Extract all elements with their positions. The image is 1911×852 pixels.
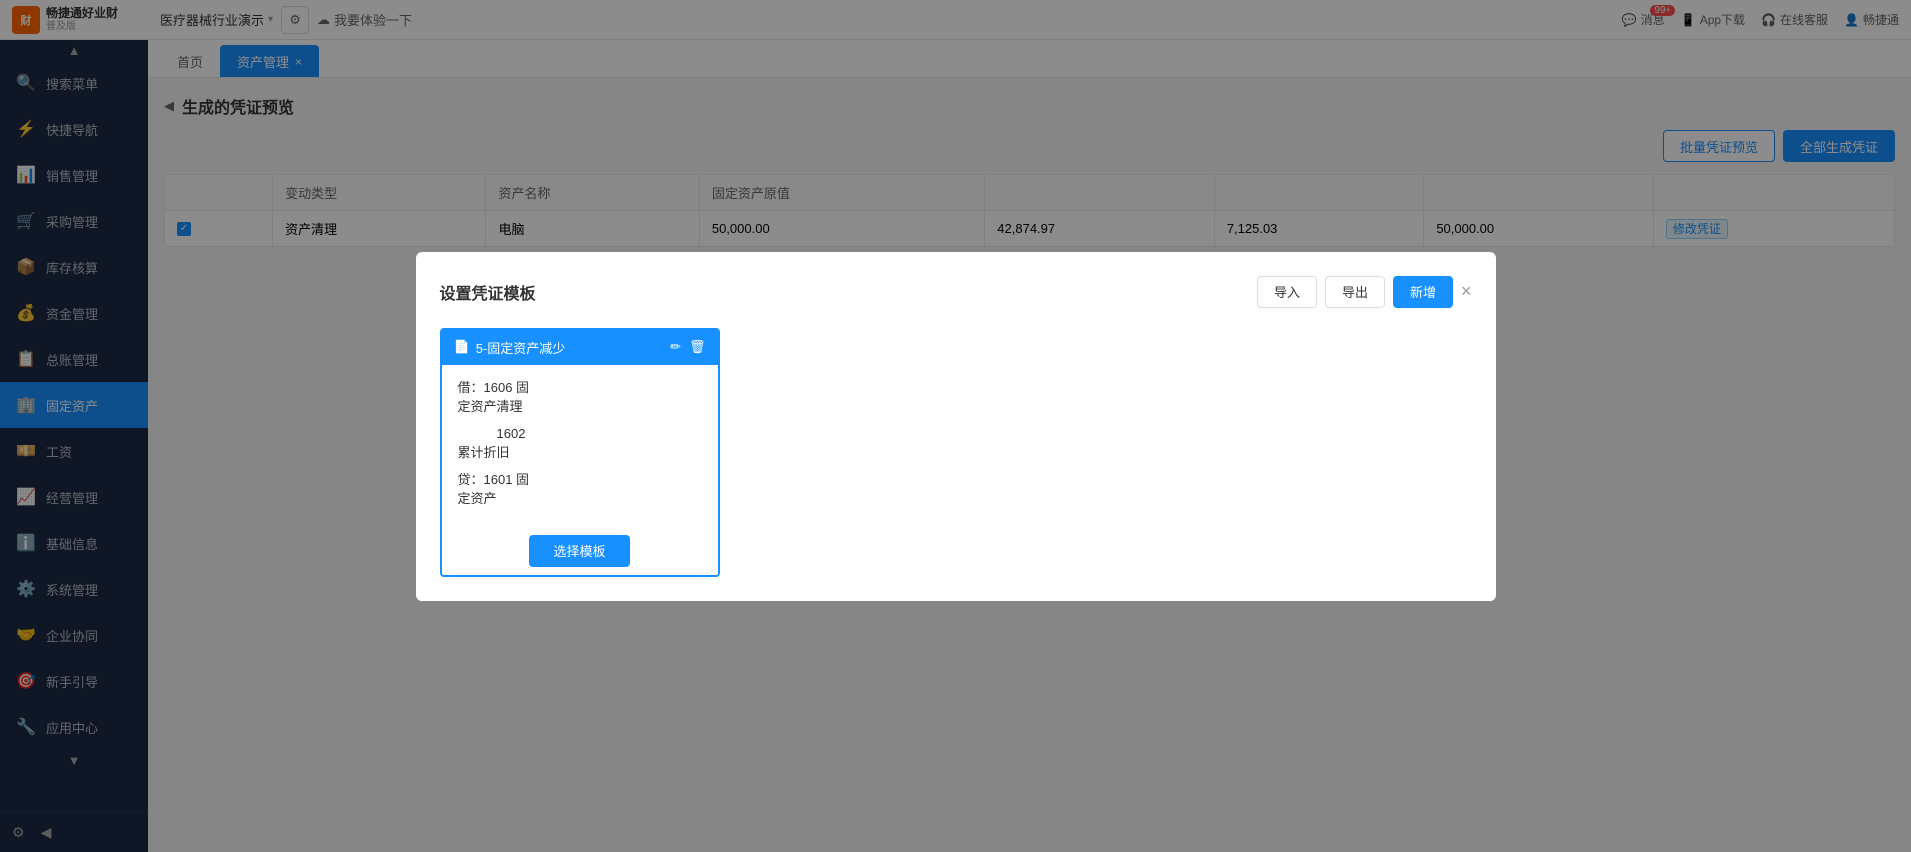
- template-card-actions: ✏ 🗑: [670, 339, 705, 355]
- template-entry-4: [442, 511, 718, 519]
- template-card-1[interactable]: 📄 5-固定资产减少 ✏ 🗑 借：1606 固定资产清理: [440, 328, 720, 577]
- entry-credit-2: [622, 423, 702, 461]
- template-card-header: 📄 5-固定资产减少 ✏ 🗑: [442, 330, 718, 365]
- entry-debit-3: [542, 469, 622, 507]
- export-button[interactable]: 导出: [1325, 276, 1385, 308]
- template-modal: 设置凭证模板 导入 导出 新增 × 📄 5-固定资产减少 ✏ 🗑: [416, 252, 1496, 601]
- template-entry-2: 1602 累计折旧: [442, 419, 718, 465]
- entry-label-2: 1602 累计折旧: [458, 423, 542, 461]
- modal-close-button[interactable]: ×: [1461, 281, 1472, 302]
- template-delete-icon[interactable]: 🗑: [689, 339, 706, 355]
- entry-credit-3: [622, 469, 702, 507]
- template-name: 5-固定资产减少: [476, 338, 566, 357]
- modal-header: 设置凭证模板 导入 导出 新增 ×: [440, 276, 1472, 308]
- entry-label-3: 贷：1601 固定资产: [458, 469, 542, 507]
- modal-overlay: 设置凭证模板 导入 导出 新增 × 📄 5-固定资产减少 ✏ 🗑: [0, 0, 1911, 852]
- modal-title: 设置凭证模板: [440, 280, 536, 304]
- template-grid: 📄 5-固定资产减少 ✏ 🗑 借：1606 固定资产清理: [440, 328, 1472, 577]
- import-button[interactable]: 导入: [1257, 276, 1317, 308]
- modal-toolbar: 导入 导出 新增 ×: [1257, 276, 1472, 308]
- template-card-footer: 选择模板: [442, 527, 718, 575]
- template-entry-1: 借：1606 固定资产清理: [442, 373, 718, 419]
- entry-label-1: 借：1606 固定资产清理: [458, 377, 542, 415]
- entry-debit-2: [542, 423, 622, 461]
- template-entry-3: 贷：1601 固定资产: [442, 465, 718, 511]
- entry-debit-1: [542, 377, 622, 415]
- entry-credit-1: [622, 377, 702, 415]
- new-template-button[interactable]: 新增: [1393, 276, 1453, 308]
- template-edit-icon[interactable]: ✏: [670, 339, 681, 355]
- template-header-left: 📄 5-固定资产减少: [454, 338, 566, 357]
- select-template-button[interactable]: 选择模板: [529, 535, 629, 567]
- template-card-body: 借：1606 固定资产清理 1602 累计折旧 贷：1601 固定资产: [442, 365, 718, 527]
- template-doc-icon: 📄: [454, 339, 470, 355]
